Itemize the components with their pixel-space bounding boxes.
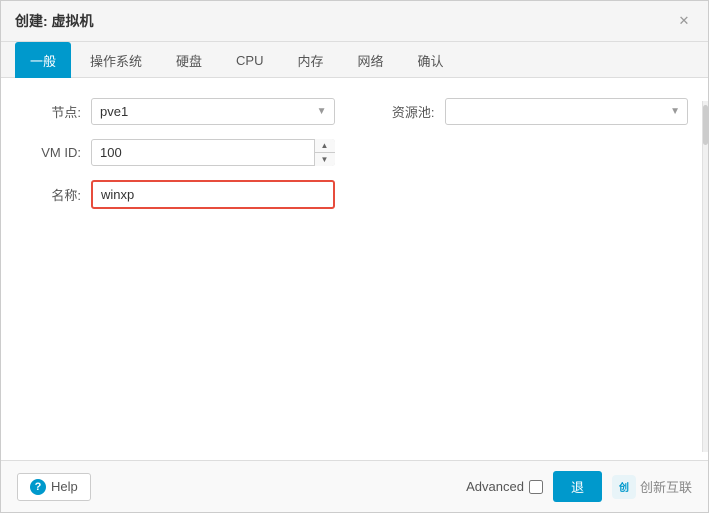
dialog-title: 创建: 虚拟机: [15, 11, 94, 31]
resource-row: 资源池: ▼: [375, 98, 689, 125]
node-select-wrapper: pve1 ▼: [91, 98, 335, 125]
close-icon: ✕: [679, 13, 690, 29]
tab-cpu[interactable]: CPU: [221, 44, 278, 76]
vmid-control: ▲ ▼: [91, 139, 335, 166]
advanced-label: Advanced: [466, 479, 524, 494]
title-bar: 创建: 虚拟机 ✕: [1, 1, 708, 42]
tab-confirm[interactable]: 确认: [403, 42, 459, 78]
brand-watermark: 创 创新互联: [612, 475, 692, 499]
resource-label: 资源池:: [375, 102, 445, 121]
brand-icon: 创: [612, 475, 636, 499]
form-right: 资源池: ▼: [375, 98, 689, 223]
name-control: [91, 180, 335, 209]
scrollbar[interactable]: [702, 101, 708, 452]
tab-os[interactable]: 操作系统: [75, 42, 157, 78]
vmid-label: VM ID:: [21, 145, 91, 160]
close-button[interactable]: ✕: [674, 11, 694, 31]
vmid-input[interactable]: [91, 139, 335, 166]
name-input[interactable]: [91, 180, 335, 209]
resource-select-wrapper: ▼: [445, 98, 689, 125]
vmid-decrement-button[interactable]: ▼: [315, 153, 335, 166]
vmid-spinner-arrows: ▲ ▼: [314, 139, 335, 166]
advanced-checkbox[interactable]: [529, 480, 543, 494]
tab-memory[interactable]: 内存: [283, 42, 339, 78]
form-section: 节点: pve1 ▼ VM ID:: [21, 98, 688, 223]
tab-bar: 一般 操作系统 硬盘 CPU 内存 网络 确认: [1, 42, 708, 78]
vmid-spinner-wrapper: ▲ ▼: [91, 139, 335, 166]
name-row: 名称:: [21, 180, 335, 209]
footer-right: Advanced 退 创 创新互联: [466, 471, 692, 502]
node-control: pve1 ▼: [91, 98, 335, 125]
resource-select[interactable]: [445, 98, 689, 125]
help-button[interactable]: ? Help: [17, 473, 91, 501]
dialog-footer: ? Help Advanced 退 创 创新互联: [1, 460, 708, 512]
footer-left: ? Help: [17, 473, 91, 501]
next-label: 退: [571, 480, 584, 495]
advanced-section: Advanced: [466, 479, 543, 494]
name-label: 名称:: [21, 185, 91, 204]
help-label: Help: [51, 479, 78, 494]
dialog: 创建: 虚拟机 ✕ 一般 操作系统 硬盘 CPU 内存 网络 确认: [0, 0, 709, 513]
form-left: 节点: pve1 ▼ VM ID:: [21, 98, 335, 223]
vmid-increment-button[interactable]: ▲: [315, 139, 335, 153]
tab-general[interactable]: 一般: [15, 42, 71, 78]
node-select[interactable]: pve1: [91, 98, 335, 125]
dialog-body: 节点: pve1 ▼ VM ID:: [1, 78, 708, 460]
scrollbar-thumb: [703, 105, 708, 145]
resource-control: ▼: [445, 98, 689, 125]
help-icon: ?: [30, 479, 46, 495]
next-button[interactable]: 退: [553, 471, 602, 502]
node-row: 节点: pve1 ▼: [21, 98, 335, 125]
node-label: 节点:: [21, 102, 91, 121]
brand-text: 创新互联: [640, 477, 692, 496]
tab-disk[interactable]: 硬盘: [161, 42, 217, 78]
tab-network[interactable]: 网络: [343, 42, 399, 78]
vmid-row: VM ID: ▲ ▼: [21, 139, 335, 166]
